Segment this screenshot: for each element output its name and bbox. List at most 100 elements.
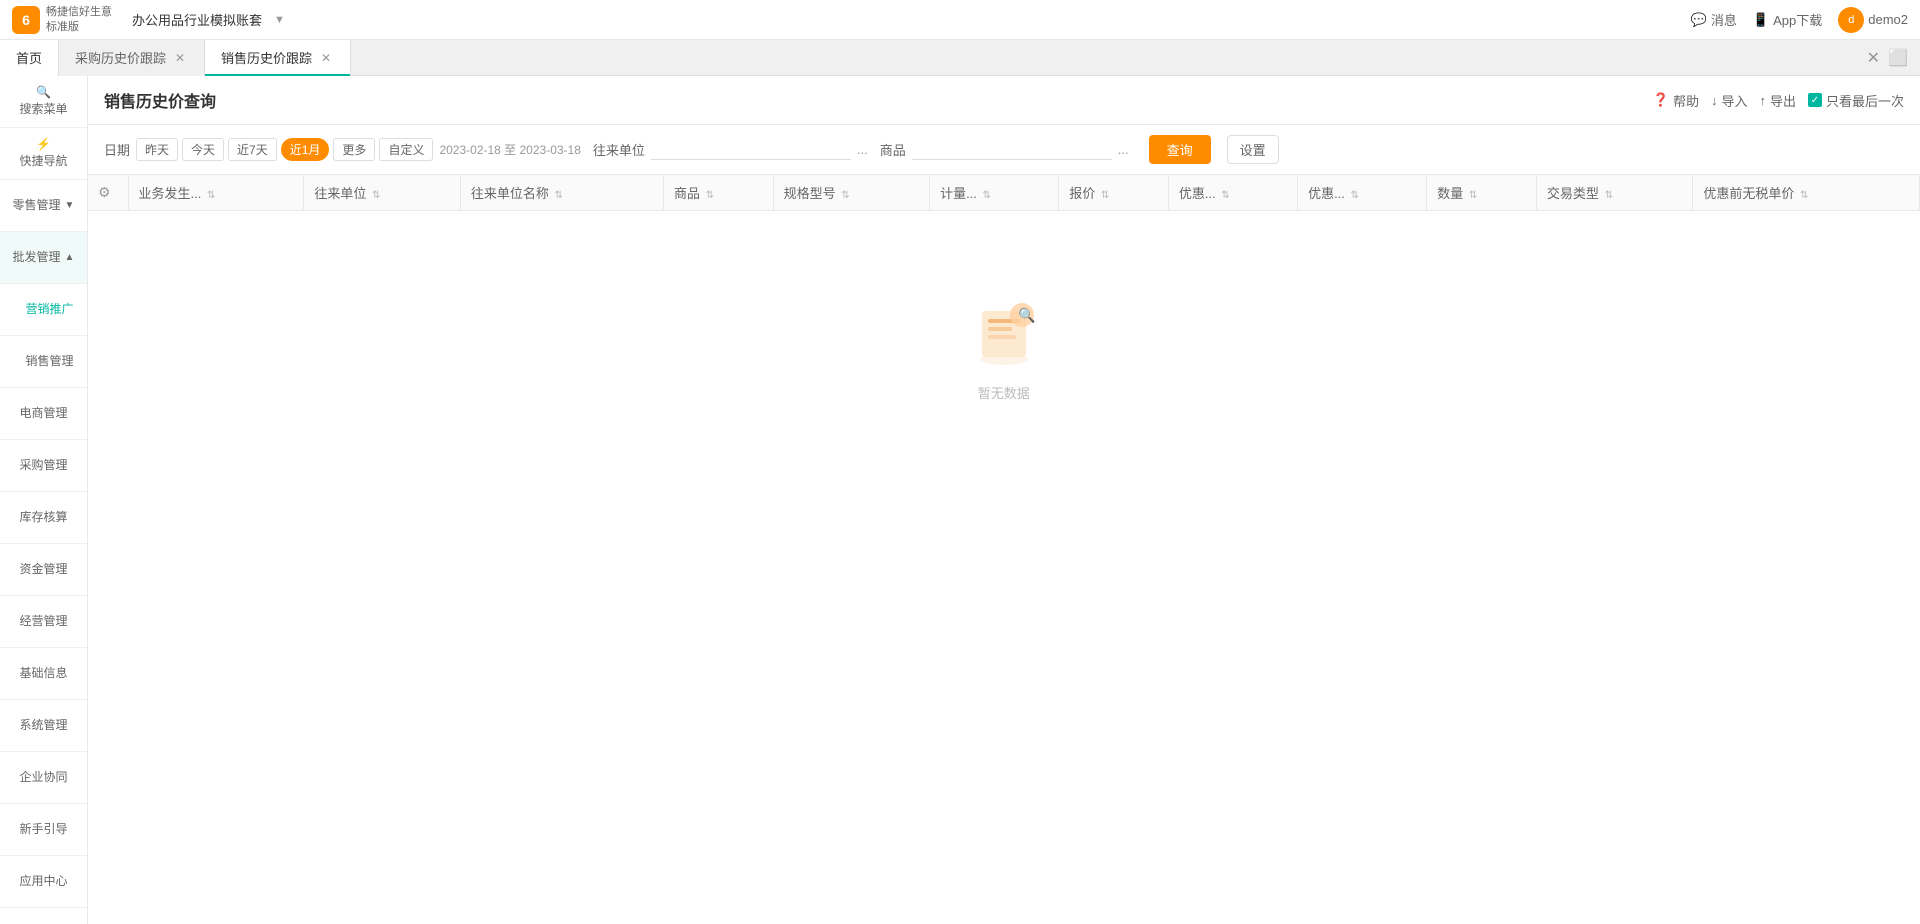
close-window-button[interactable]: ✕ [1867,48,1880,68]
th-trade-type-sort[interactable]: ⇅ [1605,190,1613,201]
top-bar-right: 💬 消息 📱 App下载 d demo2 [1691,7,1908,33]
th-goods-sort[interactable]: ⇅ [706,190,714,201]
date-custom-btn[interactable]: 自定义 [379,138,433,161]
search-icon: 🔍 [36,85,51,99]
app-icon: 📱 [1753,12,1769,28]
th-partner-code-sort[interactable]: ⇅ [372,190,380,201]
tab-purchase-label: 采购历史价跟踪 [75,48,166,67]
tab-purchase-close[interactable]: ✕ [172,50,188,66]
th-discount1-label: 优惠... [1179,186,1216,201]
logo-text: 畅捷信好生意 标准版 [46,5,112,34]
avatar: d [1838,7,1864,33]
th-spec-label: 规格型号 [784,186,836,201]
workspace-title: 办公用品行业模拟账套 [132,10,262,29]
date-yesterday-btn[interactable]: 昨天 [136,138,178,161]
th-partner-code-label: 往来单位 [314,186,366,201]
th-price-sort[interactable]: ⇅ [1101,190,1109,201]
export-button[interactable]: ↑ 导出 [1759,91,1796,110]
th-quantity-label: 数量 [1437,186,1463,201]
date-month-btn[interactable]: 近1月 [281,138,330,161]
sidebar-item-ecommerce[interactable]: 电商管理 [0,388,87,440]
sidebar-item-purchase[interactable]: 采购管理 [0,440,87,492]
user-menu[interactable]: d demo2 [1838,7,1908,33]
sidebar-item-purchase-label: 采购管理 [19,457,67,474]
th-pretax-price-sort[interactable]: ⇅ [1800,190,1808,201]
app-label: App下载 [1773,10,1822,29]
partner-label: 往来单位 [593,140,645,159]
th-spec-sort[interactable]: ⇅ [841,190,849,201]
sidebar-item-sales-mgmt[interactable]: 销售管理 [0,336,87,388]
message-icon: 💬 [1691,12,1707,28]
th-partner-name-sort[interactable]: ⇅ [554,190,562,201]
date-week-btn[interactable]: 近7天 [228,138,277,161]
partner-picker-btn[interactable]: ... [857,142,868,157]
help-label: 帮助 [1673,91,1699,110]
goods-picker-btn[interactable]: ... [1118,142,1129,157]
export-icon: ↑ [1759,93,1766,108]
query-button[interactable]: 查询 [1149,135,1211,164]
sidebar-item-search[interactable]: 🔍 搜索菜单 [0,76,87,128]
sidebar-item-system[interactable]: 系统管理 [0,700,87,752]
date-more-btn[interactable]: 更多 [333,138,375,161]
gear-icon[interactable]: ⚙ [98,184,111,200]
sidebar-item-enterprise[interactable]: 企业协同 [0,752,87,804]
import-button[interactable]: ↓ 导入 [1711,91,1748,110]
sidebar-item-finance[interactable]: 资金管理 [0,544,87,596]
th-spec: 规格型号 ⇅ [773,175,929,211]
tab-home[interactable]: 首页 [0,40,59,76]
th-quantity-sort[interactable]: ⇅ [1469,190,1477,201]
message-button[interactable]: 💬 消息 [1691,10,1737,29]
partner-input[interactable] [651,140,851,160]
sidebar-item-wechat[interactable]: 企业微信 [0,908,87,924]
page-title: 销售历史价查询 [104,88,216,112]
workspace-dropdown[interactable]: ▼ [274,14,285,26]
date-today-btn[interactable]: 今天 [182,138,224,161]
logo-area: 6 畅捷信好生意 标准版 [12,5,112,34]
sidebar-item-search-label: 搜索菜单 [19,101,67,118]
sidebar-item-operations[interactable]: 经营管理 [0,596,87,648]
restore-window-button[interactable]: ⬜ [1888,48,1908,68]
help-icon: ❓ [1653,92,1669,108]
only-last-toggle[interactable]: ✓ 只看最后一次 [1808,91,1904,110]
th-quantity: 数量 ⇅ [1427,175,1537,211]
app-download-button[interactable]: 📱 App下载 [1753,10,1822,29]
table-header-row: ⚙ 业务发生... ⇅ 往来单位 ⇅ 往来单位名称 ⇅ [88,175,1920,211]
th-unit-label: 计量... [940,186,977,201]
date-filter-group: 日期 昨天 今天 近7天 近1月 更多 自定义 2023-02-18 至 202… [104,138,581,161]
goods-input[interactable] [912,140,1112,160]
sidebar-item-basic[interactable]: 基础信息 [0,648,87,700]
sidebar-item-shortcut[interactable]: ⚡ 快捷导航 [0,128,87,180]
sidebar-item-marketing-label: 营销推广 [25,301,73,318]
sidebar-item-system-label: 系统管理 [19,717,67,734]
main-layout: 🔍 搜索菜单 ⚡ 快捷导航 零售管理 ▼ 批发管理 ▲ 营销推广 销售管理 电商… [0,76,1920,924]
sidebar-item-appstore[interactable]: 应用中心 [0,856,87,908]
th-trade-type-label: 交易类型 [1547,186,1599,201]
sidebar-item-inventory[interactable]: 库存核算 [0,492,87,544]
tab-sales[interactable]: 销售历史价跟踪 ✕ [205,40,351,76]
th-biz-date-sort[interactable]: ⇅ [207,190,215,201]
sidebar-item-marketing[interactable]: 营销推广 [0,284,87,336]
sidebar-item-wholesale[interactable]: 批发管理 ▲ [0,232,87,284]
help-button[interactable]: ❓ 帮助 [1653,91,1699,110]
import-label: 导入 [1721,91,1747,110]
th-discount1-sort[interactable]: ⇅ [1221,190,1229,201]
active-tab-indicator [205,74,350,76]
table-wrapper: ⚙ 业务发生... ⇅ 往来单位 ⇅ 往来单位名称 ⇅ [88,175,1920,924]
partner-filter-group: 往来单位 ... [593,140,868,160]
sidebar-item-shortcut-label: 快捷导航 [19,153,67,170]
empty-state-row: 🔍 暂无数据 [88,211,1920,483]
sidebar-item-finance-label: 资金管理 [19,561,67,578]
settings-button[interactable]: 设置 [1227,135,1279,164]
tab-sales-label: 销售历史价跟踪 [221,48,312,67]
th-price-label: 报价 [1069,186,1095,201]
table-body: 🔍 暂无数据 [88,211,1920,483]
sidebar-item-guide[interactable]: 新手引导 [0,804,87,856]
th-discount2-sort[interactable]: ⇅ [1351,190,1359,201]
username: demo2 [1868,12,1908,27]
sidebar-item-retail[interactable]: 零售管理 ▼ [0,180,87,232]
sidebar-item-retail-label: 零售管理 [13,197,61,214]
th-unit-sort[interactable]: ⇅ [983,190,991,201]
tab-sales-close[interactable]: ✕ [318,50,334,66]
filter-row: 日期 昨天 今天 近7天 近1月 更多 自定义 2023-02-18 至 202… [88,125,1920,175]
tab-purchase[interactable]: 采购历史价跟踪 ✕ [59,40,205,76]
